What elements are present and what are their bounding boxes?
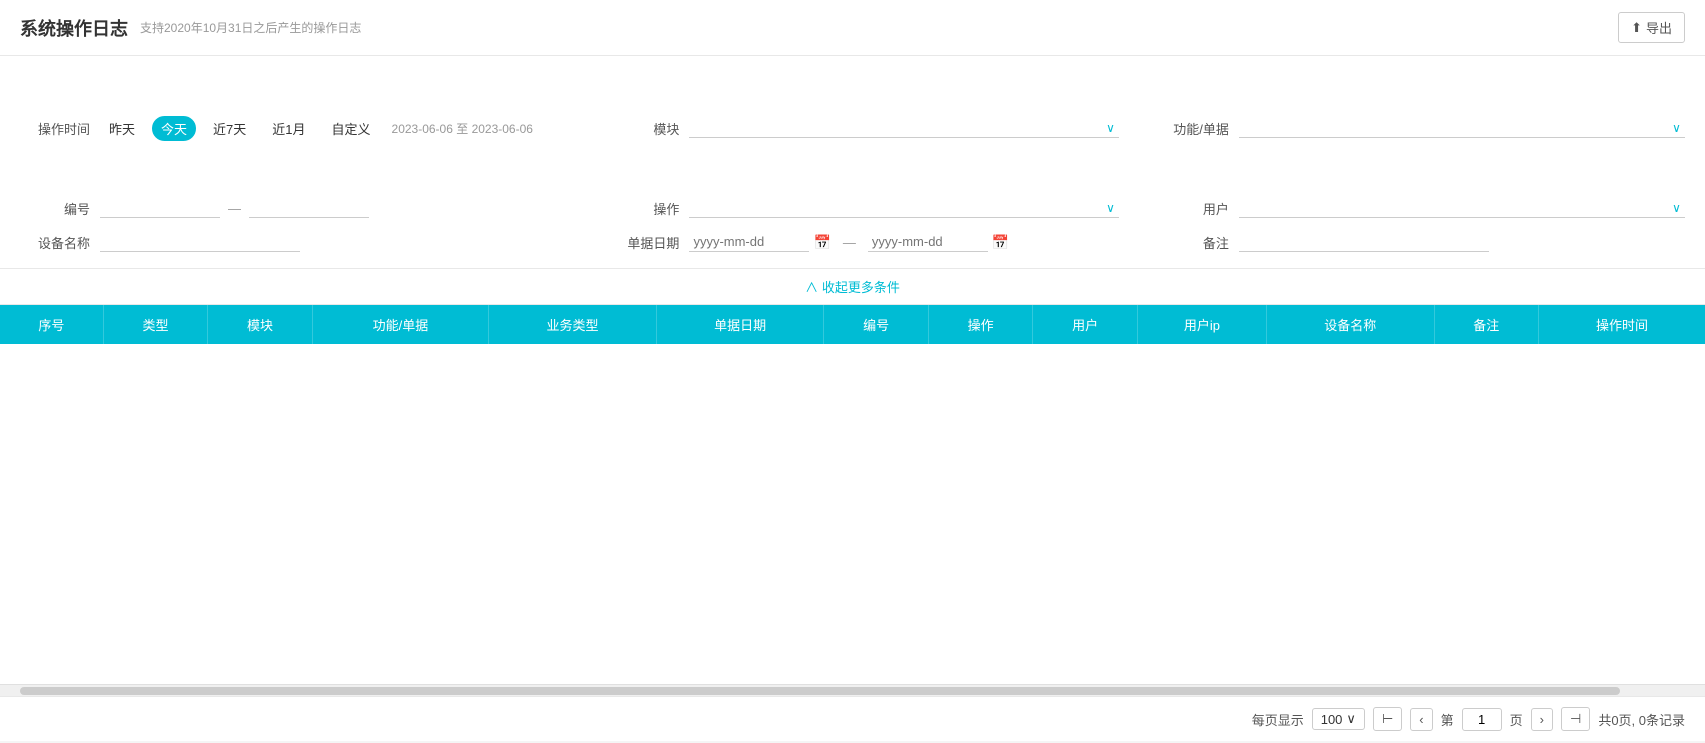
time-filter-col: 操作时间 昨天 今天 近7天 近1月 自定义 2023-06-06 至 2023… bbox=[20, 116, 569, 141]
col-biz-type: 业务类型 bbox=[489, 305, 657, 344]
pagination-bar: 每页显示 100 ∨ ⊢ ‹ 第 页 › ⊣ 共0页, 0条记录 bbox=[0, 696, 1705, 741]
remark-input[interactable] bbox=[1239, 232, 1489, 252]
time-btn-7days[interactable]: 近7天 bbox=[204, 116, 255, 141]
next-page-button[interactable]: › bbox=[1531, 708, 1553, 731]
func-select[interactable]: ∨ bbox=[1239, 118, 1685, 138]
page-title: 系统操作日志 bbox=[20, 15, 128, 41]
module-input[interactable] bbox=[693, 120, 1102, 135]
operation-select[interactable]: ∨ bbox=[689, 198, 1118, 218]
device-label: 设备名称 bbox=[20, 233, 90, 252]
user-dropdown-icon: ∨ bbox=[1672, 201, 1681, 215]
doc-date-from[interactable] bbox=[689, 232, 809, 252]
collapse-bar[interactable]: ∧ 收起更多条件 bbox=[0, 269, 1705, 305]
time-btn-yesterday[interactable]: 昨天 bbox=[100, 116, 144, 141]
time-btn-today[interactable]: 今天 bbox=[152, 116, 196, 141]
export-label: 导出 bbox=[1646, 18, 1672, 37]
number-filter-col: 编号 — bbox=[20, 198, 569, 218]
export-button[interactable]: ⬆ 导出 bbox=[1618, 12, 1685, 43]
col-code: 编号 bbox=[824, 305, 928, 344]
func-input[interactable] bbox=[1243, 120, 1668, 135]
table-head: 序号 类型 模块 功能/单据 业务类型 单据日期 编号 操作 用户 用户ip 设… bbox=[0, 305, 1705, 344]
remark-label: 备注 bbox=[1159, 233, 1229, 252]
func-filter-col: 功能/单据 ∨ bbox=[1119, 118, 1685, 138]
module-select[interactable]: ∨ bbox=[689, 118, 1118, 138]
time-range-display: 2023-06-06 至 2023-06-06 bbox=[392, 120, 533, 137]
filter-row-2: 编号 — 操作 ∨ 用户 ∨ bbox=[20, 198, 1685, 218]
operation-filter-col: 操作 ∨ bbox=[569, 198, 1118, 218]
module-filter-col: 模块 ∨ bbox=[569, 118, 1118, 138]
time-label: 操作时间 bbox=[20, 119, 90, 138]
col-device: 设备名称 bbox=[1266, 305, 1434, 344]
page-header: 系统操作日志 支持2020年10月31日之后产生的操作日志 ⬆ 导出 bbox=[0, 0, 1705, 56]
filter-row-3: 设备名称 单据日期 📅 — 📅 备注 bbox=[20, 232, 1685, 252]
per-page-label: 每页显示 bbox=[1252, 710, 1304, 729]
operation-label: 操作 bbox=[609, 199, 679, 218]
number-input-from[interactable] bbox=[100, 198, 220, 218]
user-label: 用户 bbox=[1159, 199, 1229, 218]
col-user-ip: 用户ip bbox=[1137, 305, 1266, 344]
number-input-to[interactable] bbox=[249, 198, 369, 218]
doc-date-filter-col: 单据日期 📅 — 📅 bbox=[569, 232, 1118, 252]
user-input[interactable] bbox=[1243, 200, 1668, 215]
number-label: 编号 bbox=[20, 199, 90, 218]
device-filter-col: 设备名称 bbox=[20, 232, 569, 252]
last-page-button[interactable]: ⊣ bbox=[1561, 707, 1590, 731]
operation-input[interactable] bbox=[693, 200, 1102, 215]
prev-page-button[interactable]: ‹ bbox=[1410, 708, 1432, 731]
module-dropdown-icon: ∨ bbox=[1106, 121, 1115, 135]
total-info: 共0页, 0条记录 bbox=[1598, 710, 1685, 729]
col-doc-date: 单据日期 bbox=[656, 305, 824, 344]
func-dropdown-icon: ∨ bbox=[1672, 121, 1681, 135]
collapse-icon: ∧ bbox=[805, 280, 818, 295]
col-user: 用户 bbox=[1033, 305, 1137, 344]
page-label: 第 bbox=[1441, 710, 1454, 729]
module-label: 模块 bbox=[609, 119, 679, 138]
page-subtitle: 支持2020年10月31日之后产生的操作日志 bbox=[140, 19, 361, 36]
col-module: 模块 bbox=[208, 305, 312, 344]
calendar-icon-from[interactable]: 📅 bbox=[813, 234, 830, 251]
per-page-value: 100 bbox=[1321, 712, 1343, 727]
table-header-row: 序号 类型 模块 功能/单据 业务类型 单据日期 编号 操作 用户 用户ip 设… bbox=[0, 305, 1705, 344]
col-type: 类型 bbox=[103, 305, 207, 344]
calendar-icon-to[interactable]: 📅 bbox=[992, 234, 1009, 251]
doc-date-to[interactable] bbox=[868, 232, 988, 252]
device-input[interactable] bbox=[100, 232, 300, 252]
export-icon: ⬆ bbox=[1631, 20, 1642, 36]
scroll-thumb[interactable] bbox=[20, 687, 1620, 695]
first-page-button[interactable]: ⊢ bbox=[1373, 707, 1402, 731]
table-container: 序号 类型 模块 功能/单据 业务类型 单据日期 编号 操作 用户 用户ip 设… bbox=[0, 305, 1705, 684]
action-buttons: 查询 设置 bbox=[1685, 72, 1705, 184]
filter-panel: 操作时间 昨天 今天 近7天 近1月 自定义 2023-06-06 至 2023… bbox=[0, 56, 1705, 269]
user-filter-col: 用户 ∨ bbox=[1119, 198, 1685, 218]
doc-date-separator: — bbox=[843, 235, 856, 250]
per-page-select[interactable]: 100 ∨ bbox=[1312, 708, 1365, 730]
time-btn-custom[interactable]: 自定义 bbox=[323, 116, 380, 141]
time-options: 昨天 今天 近7天 近1月 自定义 2023-06-06 至 2023-06-0… bbox=[100, 116, 533, 141]
time-btn-1month[interactable]: 近1月 bbox=[263, 116, 314, 141]
per-page-dropdown-icon: ∨ bbox=[1346, 711, 1356, 727]
doc-date-label: 单据日期 bbox=[609, 233, 679, 252]
page-suffix: 页 bbox=[1510, 710, 1523, 729]
title-group: 系统操作日志 支持2020年10月31日之后产生的操作日志 bbox=[20, 15, 361, 41]
filter-row-1: 操作时间 昨天 今天 近7天 近1月 自定义 2023-06-06 至 2023… bbox=[20, 72, 1685, 184]
data-table: 序号 类型 模块 功能/单据 业务类型 单据日期 编号 操作 用户 用户ip 设… bbox=[0, 305, 1705, 344]
col-func: 功能/单据 bbox=[312, 305, 488, 344]
operation-dropdown-icon: ∨ bbox=[1106, 201, 1115, 215]
doc-date-range: 📅 — 📅 bbox=[689, 232, 1009, 252]
col-number: 序号 bbox=[0, 305, 103, 344]
col-op-time: 操作时间 bbox=[1539, 305, 1705, 344]
empty-area bbox=[0, 344, 1705, 684]
collapse-label: 收起更多条件 bbox=[822, 280, 900, 295]
remark-filter-col: 备注 bbox=[1119, 232, 1685, 252]
func-label: 功能/单据 bbox=[1159, 119, 1229, 138]
col-remark: 备注 bbox=[1434, 305, 1538, 344]
scroll-bar-area[interactable] bbox=[0, 684, 1705, 696]
user-select[interactable]: ∨ bbox=[1239, 198, 1685, 218]
page-number-input[interactable] bbox=[1462, 708, 1502, 731]
col-operation: 操作 bbox=[928, 305, 1032, 344]
number-separator: — bbox=[228, 201, 241, 216]
